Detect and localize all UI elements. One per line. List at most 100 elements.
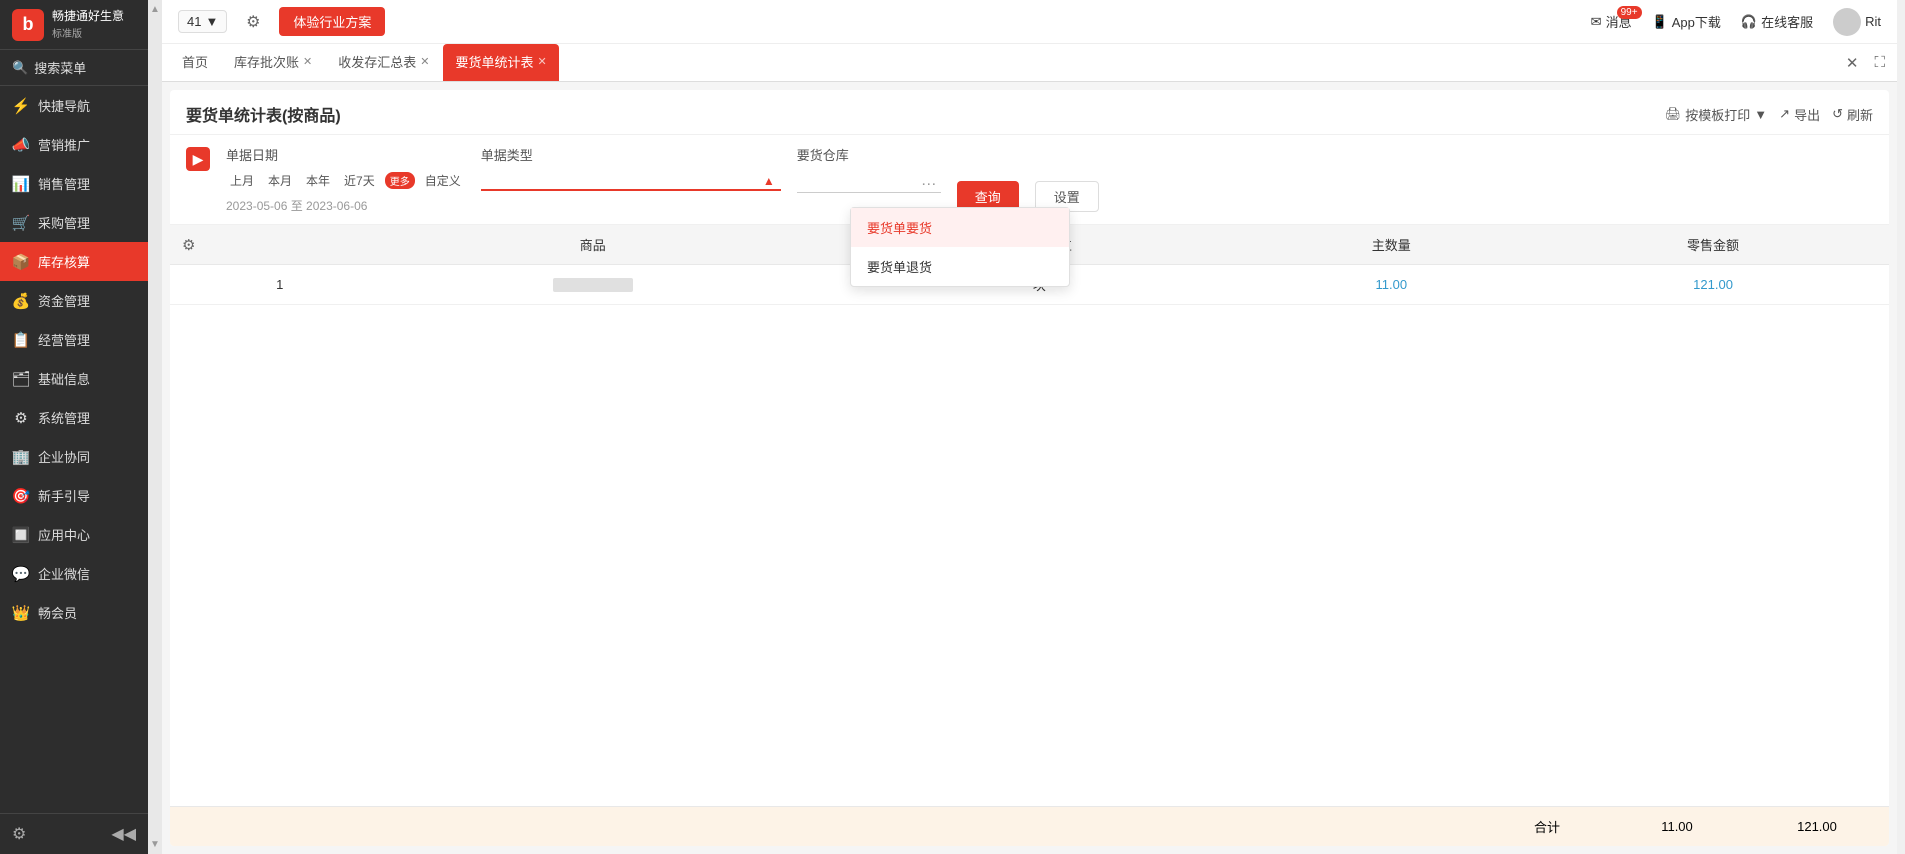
sidebar-item-enterprise[interactable]: 🏢 企业协同: [0, 437, 148, 476]
print-dropdown-icon: ▼: [1754, 107, 1767, 122]
export-btn[interactable]: ↗ 导出: [1779, 105, 1820, 124]
app-download-btn[interactable]: 📱 App下载: [1652, 12, 1721, 31]
refresh-btn[interactable]: ↺ 刷新: [1832, 105, 1873, 124]
sidebar-item-vip[interactable]: 👑 畅会员: [0, 593, 148, 632]
goods-placeholder: [553, 278, 633, 292]
trial-button[interactable]: 体验行业方案: [279, 7, 385, 36]
wechat-icon: 💬: [12, 565, 30, 583]
sidebar-item-label: 企业协同: [38, 447, 90, 466]
filter-type-label: 单据类型: [481, 145, 781, 164]
sidebar-item-label: 新手引导: [38, 486, 90, 505]
th-amount: 零售金额: [1537, 225, 1889, 265]
logo-icon: b: [12, 9, 44, 41]
topbar-settings-btn[interactable]: ⚙: [239, 8, 267, 36]
sidebar-item-apps[interactable]: 🔲 应用中心: [0, 515, 148, 554]
column-settings-icon[interactable]: ⚙: [182, 237, 195, 254]
marketing-icon: 📣: [12, 136, 30, 154]
sidebar-item-operations[interactable]: 📋 经营管理: [0, 320, 148, 359]
print-btn[interactable]: 🖨 按模板打印 ▼: [1665, 105, 1767, 124]
sidebar-item-quick-nav[interactable]: ⚡ 快捷导航: [0, 86, 148, 125]
tab-order-summary[interactable]: 要货单统计表 ✕: [443, 44, 558, 81]
filter-expand-btn[interactable]: ▶: [186, 147, 210, 171]
tab-close-icon[interactable]: ✕: [538, 55, 547, 68]
tab-label: 首页: [182, 52, 208, 71]
tab-close-icon[interactable]: ✕: [420, 55, 429, 68]
right-scroll-strip: [1897, 0, 1905, 854]
td-settings: [170, 265, 207, 305]
type-dropdown-menu: 要货单要货 要货单退货: [850, 207, 1070, 287]
sidebar-item-system[interactable]: ⚙ 系统管理: [0, 398, 148, 437]
td-amount[interactable]: 121.00: [1537, 265, 1889, 305]
filter-type-input[interactable]: [481, 170, 781, 191]
tabbar: 首页 库存批次账 ✕ 收发存汇总表 ✕ 要货单统计表 ✕ ✕ ⛶: [162, 44, 1897, 82]
print-icon: 🖨: [1665, 106, 1682, 122]
tab-inventory-batch[interactable]: 库存批次账 ✕: [222, 44, 324, 81]
scroll-up-icon[interactable]: ▲: [150, 4, 160, 15]
message-icon: ✉: [1591, 14, 1602, 30]
page-title: 要货单统计表(按商品): [186, 102, 341, 126]
sidebar-item-label: 采购管理: [38, 213, 90, 232]
base-icon: 🗂: [12, 370, 30, 388]
online-service-btn[interactable]: 🎧 在线客服: [1741, 12, 1813, 31]
warehouse-input-wrap: …: [797, 170, 941, 193]
tab-close-icon[interactable]: ✕: [303, 55, 312, 68]
td-goods: [352, 265, 833, 305]
footer-quantity: 11.00: [1617, 819, 1737, 834]
online-service-label: 在线客服: [1761, 12, 1813, 31]
enterprise-icon: 🏢: [12, 448, 30, 466]
sidebar: b 畅捷通好生意 标准版 🔍 搜索菜单 ⚡ 快捷导航 📣 营销推广 📊 销售管理…: [0, 0, 148, 854]
this-month-btn[interactable]: 本月: [264, 170, 296, 191]
td-quantity[interactable]: 11.00: [1245, 265, 1537, 305]
refresh-label: 刷新: [1847, 105, 1873, 124]
sidebar-nav: ⚡ 快捷导航 📣 营销推广 📊 销售管理 🛒 采购管理 📦 库存核算 💰 资金管…: [0, 86, 148, 813]
tab-receive-summary[interactable]: 收发存汇总表 ✕: [326, 44, 441, 81]
sidebar-item-guide[interactable]: 🎯 新手引导: [0, 476, 148, 515]
sidebar-item-purchase[interactable]: 🛒 采购管理: [0, 203, 148, 242]
warehouse-more-icon[interactable]: …: [921, 172, 937, 190]
message-btn[interactable]: ✉ 消息 99+: [1591, 12, 1632, 31]
sidebar-item-base[interactable]: 🗂 基础信息: [0, 359, 148, 398]
last-7-days-btn[interactable]: 近7天: [340, 170, 379, 191]
guide-icon: 🎯: [12, 487, 30, 505]
dropdown-item-order-return[interactable]: 要货单退货: [851, 247, 1069, 286]
sidebar-item-sales[interactable]: 📊 销售管理: [0, 164, 148, 203]
sidebar-item-marketing[interactable]: 📣 营销推广: [0, 125, 148, 164]
shop-selector[interactable]: 41 ▼: [178, 10, 227, 33]
operations-icon: 📋: [12, 331, 30, 349]
sidebar-search[interactable]: 🔍 搜索菜单: [0, 50, 148, 86]
filter-type-dropdown-icon[interactable]: ▲: [763, 174, 775, 188]
filter-warehouse-label: 要货仓库: [797, 145, 941, 164]
sidebar-item-inventory[interactable]: 📦 库存核算: [0, 242, 148, 281]
footer-label: 合计: [1497, 817, 1597, 836]
custom-date-btn[interactable]: 自定义: [421, 170, 465, 191]
user-name: Rit: [1865, 14, 1881, 29]
scroll-down-icon[interactable]: ▼: [150, 839, 160, 850]
user-avatar[interactable]: Rit: [1833, 8, 1881, 36]
sidebar-item-wechat[interactable]: 💬 企业微信: [0, 554, 148, 593]
sidebar-item-label: 企业微信: [38, 564, 90, 583]
service-icon: 🎧: [1741, 14, 1757, 30]
settings-icon[interactable]: ⚙: [12, 824, 26, 844]
tabbar-actions: ✕ ⛶: [1842, 52, 1889, 74]
sidebar-item-finance[interactable]: 💰 资金管理: [0, 281, 148, 320]
expand-tabs-btn[interactable]: ⛶: [1870, 52, 1889, 73]
tab-home[interactable]: 首页: [170, 44, 220, 81]
th-goods: 商品: [352, 225, 833, 265]
more-date-badge[interactable]: 更多: [385, 172, 415, 189]
quick-nav-icon: ⚡: [12, 97, 30, 115]
main-area: 41 ▼ ⚙ 体验行业方案 ✉ 消息 99+ 📱 App下载 🎧 在线客服 R: [162, 0, 1897, 854]
export-icon: ↗: [1779, 106, 1790, 122]
date-shortcuts: 上月 本月 本年 近7天 更多 自定义: [226, 170, 465, 191]
table-wrap: ⚙ 商品 主计量单位 主数量 零售金额 1: [170, 225, 1889, 806]
filter-warehouse-group: 要货仓库 …: [797, 145, 941, 193]
sidebar-logo: b 畅捷通好生意 标准版: [0, 0, 148, 50]
filter-date-label: 单据日期: [226, 145, 465, 164]
close-all-tabs-btn[interactable]: ✕: [1842, 52, 1863, 74]
last-month-btn[interactable]: 上月: [226, 170, 258, 191]
th-settings[interactable]: ⚙: [170, 225, 207, 265]
warehouse-input[interactable]: [801, 174, 921, 189]
dropdown-item-order-goods[interactable]: 要货单要货: [851, 208, 1069, 247]
sidebar-item-label: 库存核算: [38, 252, 90, 271]
this-year-btn[interactable]: 本年: [302, 170, 334, 191]
collapse-icon[interactable]: ◀◀: [111, 824, 136, 844]
